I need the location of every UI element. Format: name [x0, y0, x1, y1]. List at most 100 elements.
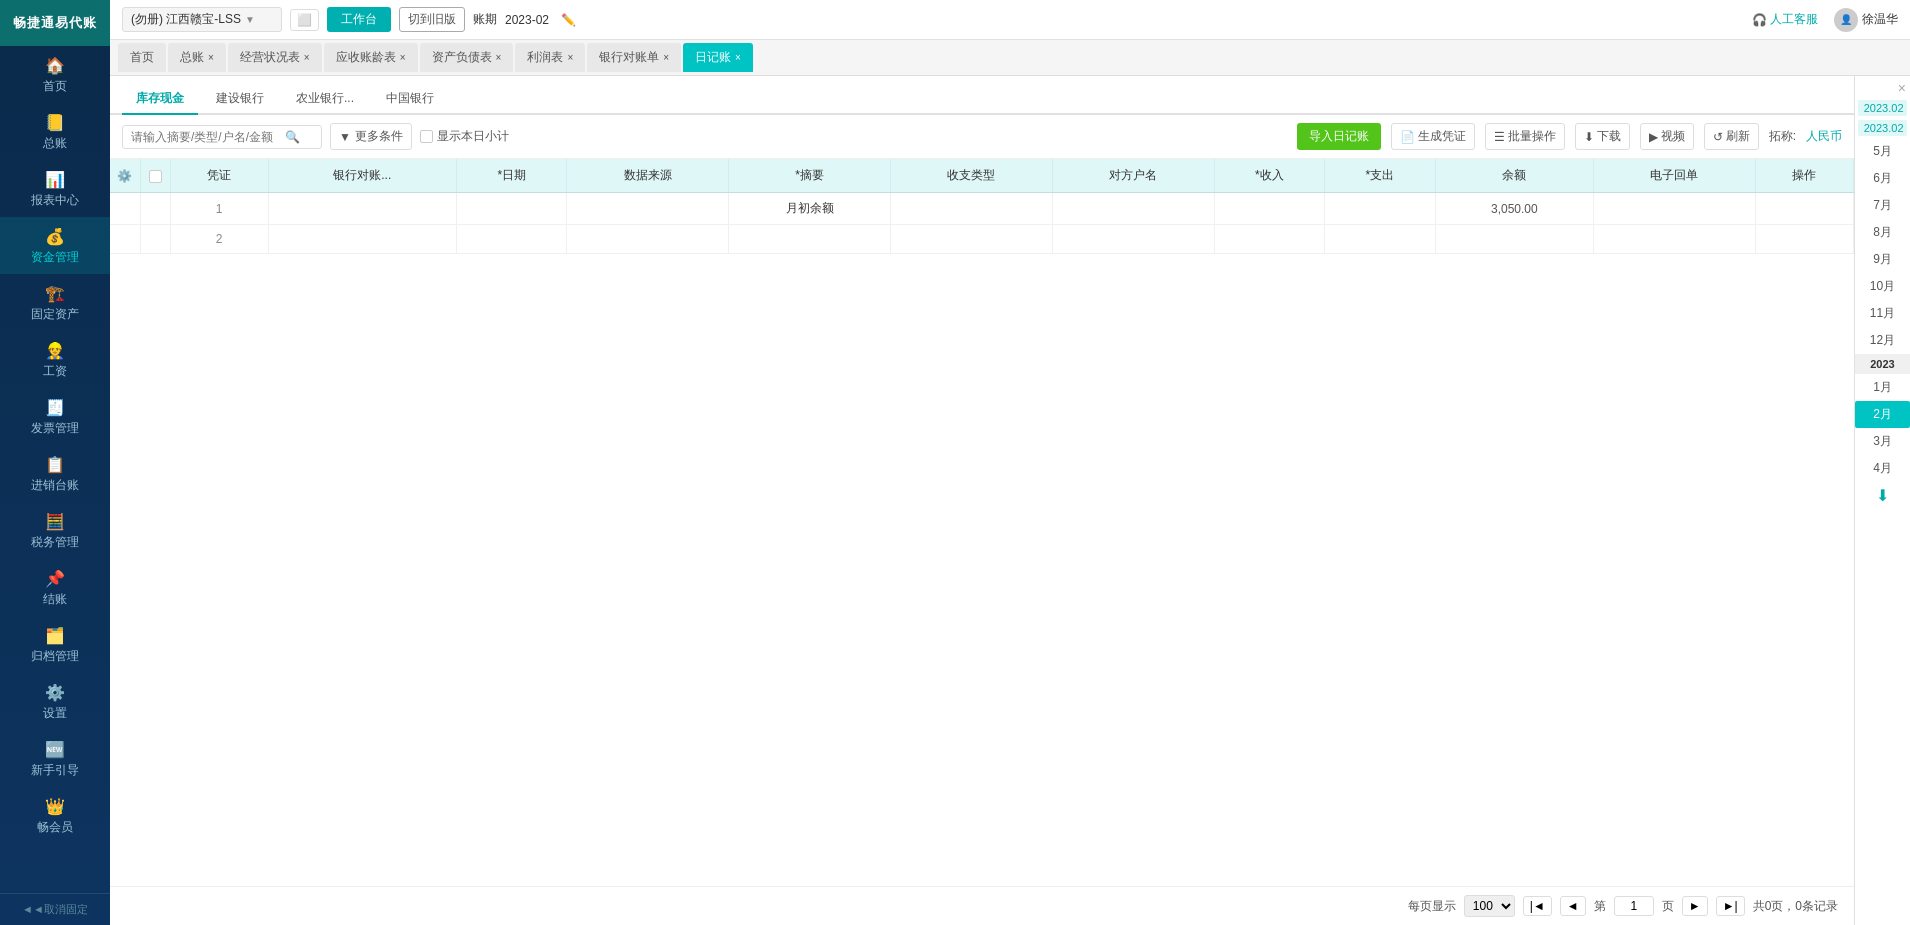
unpin-sidebar-btn[interactable]: ◄◄取消固定 [0, 893, 110, 925]
month-item-2-active[interactable]: 2月 [1855, 401, 1910, 428]
company-dropdown-arrow: ▼ [245, 14, 255, 25]
tab-close-icon[interactable]: × [208, 52, 214, 63]
sub-tab-cash[interactable]: 库存现金 [122, 84, 198, 115]
month-item-12[interactable]: 12月 [1855, 327, 1910, 354]
th-income: *收入 [1214, 159, 1325, 193]
tab-label: 总账 [180, 49, 204, 66]
tab-home[interactable]: 首页 [118, 43, 166, 72]
first-page-btn[interactable]: |◄ [1523, 896, 1552, 916]
tab-receivable-aging[interactable]: 应收账龄表 × [324, 43, 418, 72]
company-selector[interactable]: (勿册) 江西赣宝-LSS ▼ [122, 7, 282, 32]
month-item-7[interactable]: 7月 [1855, 192, 1910, 219]
sidebar-item-member[interactable]: 👑 畅会员 [0, 787, 110, 844]
tab-bar: 首页 总账 × 经营状况表 × 应收账龄表 × 资产负债表 × 利润表 × 银行… [110, 40, 1910, 76]
tab-balance-sheet[interactable]: 资产负债表 × [420, 43, 514, 72]
period-value: 2023-02 [505, 13, 549, 27]
customer-service-label: 人工客服 [1770, 11, 1818, 28]
topbar-right: 🎧 人工客服 👤 徐温华 [1752, 8, 1898, 32]
year-label-top2[interactable]: 2023.02 [1858, 120, 1908, 136]
sidebar-item-funds[interactable]: 💰 资金管理 [0, 217, 110, 274]
page-input[interactable] [1614, 896, 1654, 916]
video-btn[interactable]: ▶ 视频 [1640, 123, 1694, 150]
search-input[interactable] [131, 130, 281, 144]
sidebar-item-archive[interactable]: 🗂️ 归档管理 [0, 616, 110, 673]
sidebar-item-close-account[interactable]: 📌 结账 [0, 559, 110, 616]
table-row: 2 [110, 225, 1854, 254]
tab-label: 首页 [130, 49, 154, 66]
workbench-btn[interactable]: 工作台 [327, 7, 391, 32]
period-edit-icon[interactable]: ✏️ [561, 13, 576, 27]
tab-label: 利润表 [527, 49, 563, 66]
th-counterpart: 对方户名 [1052, 159, 1214, 193]
tab-label: 日记账 [695, 49, 731, 66]
tab-close-icon[interactable]: × [735, 52, 741, 63]
sidebar-item-reports[interactable]: 📊 报表中心 [0, 160, 110, 217]
sidebar-item-guide[interactable]: 🆕 新手引导 [0, 730, 110, 787]
show-daily-checkbox[interactable] [420, 130, 433, 143]
sidebar-item-invoice[interactable]: 🧾 发票管理 [0, 388, 110, 445]
sidebar-item-settings[interactable]: ⚙️ 设置 [0, 673, 110, 730]
year-label-top1[interactable]: 2023.02 [1858, 100, 1908, 116]
customer-service-btn[interactable]: 🎧 人工客服 [1752, 11, 1818, 28]
column-settings-icon[interactable]: ⚙️ [117, 169, 132, 183]
currency-value[interactable]: 人民币 [1806, 128, 1842, 145]
th-check [140, 159, 170, 193]
th-action: 操作 [1755, 159, 1853, 193]
user-info[interactable]: 👤 徐温华 [1834, 8, 1898, 32]
tab-close-icon[interactable]: × [400, 52, 406, 63]
refresh-btn[interactable]: ↺ 刷新 [1704, 123, 1759, 150]
sub-tab-boc[interactable]: 中国银行 [372, 84, 448, 115]
prev-page-btn[interactable]: ◄ [1560, 896, 1586, 916]
sidebar-item-purchase-sales[interactable]: 📋 进销台账 [0, 445, 110, 502]
batch-op-btn[interactable]: ☰ 批量操作 [1485, 123, 1565, 150]
tab-journal[interactable]: 日记账 × [683, 43, 753, 72]
tab-close-icon[interactable]: × [304, 52, 310, 63]
th-settings: ⚙️ [110, 159, 140, 193]
next-page-btn[interactable]: ► [1682, 896, 1708, 916]
show-daily-subtotal-label[interactable]: 显示本日小计 [420, 128, 509, 145]
th-balance: 余额 [1435, 159, 1593, 193]
tab-close-icon[interactable]: × [496, 52, 502, 63]
month-item-10[interactable]: 10月 [1855, 273, 1910, 300]
month-item-11[interactable]: 11月 [1855, 300, 1910, 327]
month-item-1[interactable]: 1月 [1855, 374, 1910, 401]
month-item-9[interactable]: 9月 [1855, 246, 1910, 273]
search-icon[interactable]: 🔍 [285, 130, 300, 144]
sub-tab-ccb[interactable]: 建设银行 [202, 84, 278, 115]
month-item-3[interactable]: 3月 [1855, 428, 1910, 455]
sidebar-item-label: 首页 [43, 78, 67, 95]
sidebar-item-assets[interactable]: 🏗️ 固定资产 [0, 274, 110, 331]
old-version-btn[interactable]: 切到旧版 [399, 7, 465, 32]
per-page-select[interactable]: 100 50 200 [1464, 895, 1515, 917]
sidebar-item-salary[interactable]: 👷 工资 [0, 331, 110, 388]
import-journal-btn[interactable]: 导入日记账 [1297, 123, 1381, 150]
close-panel-btn[interactable]: × [1855, 76, 1910, 98]
sidebar-item-home[interactable]: 🏠 首页 [0, 46, 110, 103]
sub-tab-abc[interactable]: 农业银行... [282, 84, 368, 115]
more-filter-btn[interactable]: ▼ 更多条件 [330, 123, 412, 150]
year-section-header: 2023 [1855, 354, 1910, 374]
generate-voucher-btn[interactable]: 📄 生成凭证 [1391, 123, 1475, 150]
tab-business-status[interactable]: 经营状况表 × [228, 43, 322, 72]
tab-profit[interactable]: 利润表 × [515, 43, 585, 72]
sub-tab-label: 建设银行 [216, 91, 264, 105]
select-all-checkbox[interactable] [149, 170, 162, 183]
download-btn[interactable]: ⬇ 下载 [1575, 123, 1630, 150]
tab-bank-statement[interactable]: 银行对账单 × [587, 43, 681, 72]
month-item-5[interactable]: 5月 [1855, 138, 1910, 165]
salary-icon: 👷 [45, 341, 65, 360]
copy-btn[interactable]: ⬜ [290, 9, 319, 31]
date-panel-down-arrow[interactable]: ⬇ [1872, 482, 1893, 509]
toolbar: 🔍 ▼ 更多条件 显示本日小计 导入日记账 📄 生成凭证 [110, 115, 1854, 159]
tab-close-icon[interactable]: × [567, 52, 573, 63]
tab-close-icon[interactable]: × [663, 52, 669, 63]
month-item-6[interactable]: 6月 [1855, 165, 1910, 192]
sidebar-item-tax[interactable]: 🧮 税务管理 [0, 502, 110, 559]
tab-ledger[interactable]: 总账 × [168, 43, 226, 72]
last-page-btn[interactable]: ►| [1716, 896, 1745, 916]
month-item-4[interactable]: 4月 [1855, 455, 1910, 482]
video-label: 视频 [1661, 128, 1685, 145]
td-income [1214, 193, 1325, 225]
month-item-8[interactable]: 8月 [1855, 219, 1910, 246]
sidebar-item-ledger[interactable]: 📒 总账 [0, 103, 110, 160]
